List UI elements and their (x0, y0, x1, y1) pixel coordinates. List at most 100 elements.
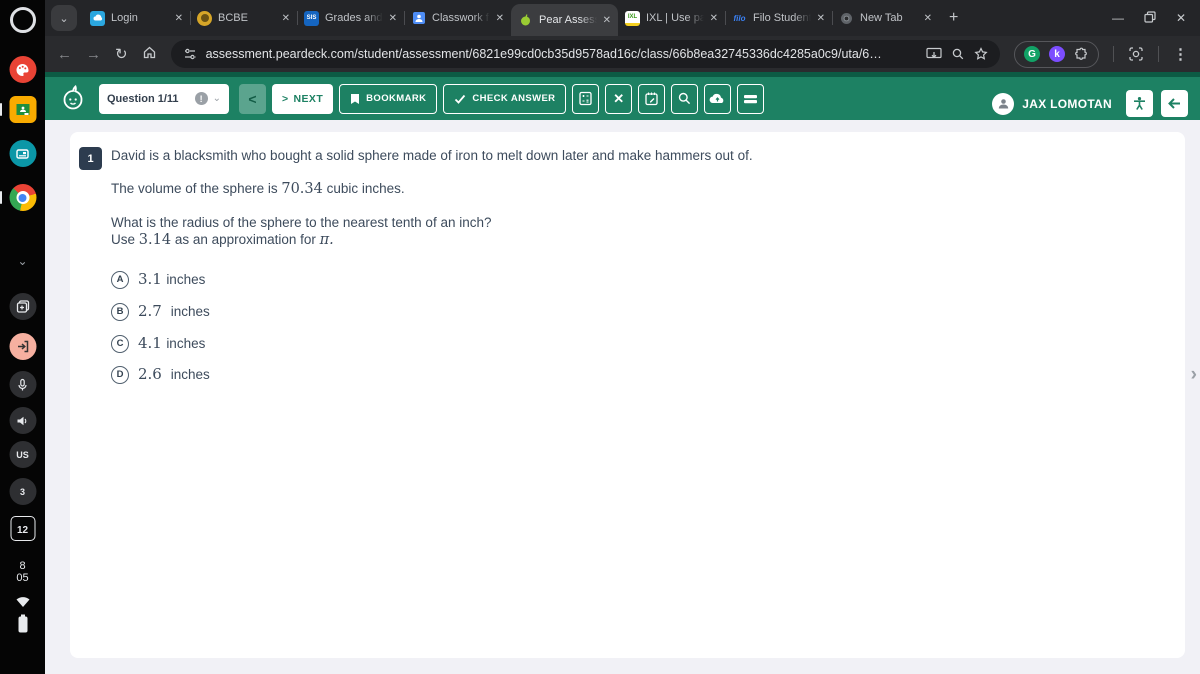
tab-title: Login (111, 12, 138, 24)
tab-bcbe[interactable]: BCBE ✕ (190, 0, 298, 36)
choice-c[interactable]: C 4.1 inches (111, 334, 205, 353)
check-answer-button[interactable]: CHECK ANSWER (443, 83, 567, 114)
tab-pear-assessment-active[interactable]: Pear Assess ✕ (511, 4, 618, 36)
scratchpad-tool-button[interactable] (638, 83, 666, 114)
keyboard-layout-button[interactable]: US (9, 441, 36, 468)
canvas-app-button[interactable] (9, 56, 36, 83)
tab-grades[interactable]: SIS Grades and ✕ (297, 0, 405, 36)
tab-title: Pear Assess (539, 14, 597, 26)
close-icon[interactable]: ✕ (710, 13, 718, 24)
accessibility-button[interactable] (1126, 90, 1153, 117)
bookmark-star-icon[interactable] (974, 47, 988, 61)
reload-button[interactable]: ↻ (115, 45, 128, 63)
send-to-device-icon[interactable] (926, 47, 942, 61)
microphone-tray-button[interactable] (9, 371, 36, 398)
screen-capture-icon (9, 293, 36, 320)
line-reader-button[interactable] (737, 83, 765, 114)
chrome-app-button[interactable] (9, 184, 36, 211)
pear-favicon (518, 13, 533, 28)
launcher-icon (9, 7, 36, 33)
magnifier-icon (679, 92, 691, 105)
browser-window: ⌄ Login ✕ BCBE ✕ SIS Grades and ✕ Classw… (45, 0, 1200, 674)
extensions-puzzle-icon[interactable] (1074, 47, 1089, 62)
calculator-tool-button[interactable] (572, 83, 600, 114)
grammarly-extension-icon[interactable]: G (1024, 46, 1040, 62)
site-settings-icon[interactable] (183, 47, 197, 61)
classroom-app-button[interactable] (9, 96, 36, 123)
search-icon[interactable] (951, 47, 965, 61)
clock-minute: 05 (16, 572, 29, 584)
microphone-icon (9, 371, 36, 398)
previous-question-button[interactable]: < (239, 83, 266, 114)
clock[interactable]: 8 05 (16, 560, 28, 584)
volume-tray-button[interactable] (9, 407, 36, 434)
choice-b[interactable]: B 2.7 inches (111, 302, 210, 321)
choice-letter[interactable]: D (111, 365, 129, 384)
launcher-button[interactable] (9, 7, 36, 33)
assessment-content: 1 David is a blacksmith who bought a sol… (45, 120, 1200, 674)
battery-status[interactable] (17, 614, 28, 633)
close-window-button[interactable]: ✕ (1176, 11, 1186, 25)
calendar-tray-button[interactable]: 12 (10, 516, 35, 541)
tab-new-tab[interactable]: New Tab ✕ (832, 0, 939, 36)
next-question-button[interactable]: > NEXT (272, 83, 334, 114)
chromium-favicon (839, 11, 854, 26)
choice-letter[interactable]: A (111, 270, 129, 289)
text-to-speech-button[interactable] (704, 83, 732, 114)
close-icon[interactable]: ✕ (389, 13, 397, 24)
question-text-line3: What is the radius of the sphere to the … (111, 215, 492, 230)
arrow-left-icon (1168, 98, 1180, 109)
close-icon[interactable]: ✕ (496, 13, 504, 24)
tab-filo[interactable]: filo Filo Student ✕ (725, 0, 833, 36)
sign-out-icon (9, 333, 36, 360)
home-button[interactable] (142, 45, 157, 64)
accessibility-icon (1134, 97, 1145, 110)
bookmark-button[interactable]: BOOKMARK (339, 83, 438, 114)
choice-letter[interactable]: C (111, 334, 129, 353)
pear-assessment-page: Question 1/11 ! ⌄ < > NEXT BOOKMARK CHEC… (45, 72, 1200, 674)
omnibox[interactable]: assessment.peardeck.com/student/assessme… (170, 40, 1000, 68)
tab-classwork[interactable]: Classwork f ✕ (404, 0, 511, 36)
filo-favicon: filo (733, 13, 746, 23)
next-slide-chevron[interactable]: › (1191, 364, 1197, 386)
tab-ixl[interactable]: IXL IXL | Use pa ✕ (618, 0, 726, 36)
notification-counter[interactable]: 3 (9, 478, 36, 505)
screen-capture-button[interactable] (9, 293, 36, 320)
capture-icon[interactable] (1128, 46, 1144, 62)
exit-button[interactable] (1161, 90, 1188, 117)
choice-a[interactable]: A 3.1 inches (111, 270, 205, 289)
chrome-running-indicator (0, 191, 2, 204)
kami-extension-icon[interactable]: k (1049, 46, 1065, 62)
minimize-button[interactable]: — (1112, 11, 1124, 25)
url-text[interactable]: assessment.peardeck.com/student/assessme… (206, 47, 917, 61)
teal-app-button[interactable] (9, 140, 36, 167)
close-icon[interactable]: ✕ (924, 13, 932, 24)
tab-login[interactable]: Login ✕ (83, 0, 191, 36)
answer-eliminator-button[interactable]: ✕ (605, 83, 633, 114)
close-icon[interactable]: ✕ (175, 13, 183, 24)
back-button[interactable]: ← (57, 46, 72, 63)
x-icon: ✕ (613, 90, 625, 106)
next-label: NEXT (293, 92, 324, 105)
question-selector[interactable]: Question 1/11 ! ⌄ (99, 83, 229, 114)
tab-search-button[interactable]: ⌄ (51, 5, 77, 31)
close-icon[interactable]: ✕ (603, 15, 611, 26)
chevron-down-icon: ⌄ (59, 12, 69, 25)
forward-button[interactable]: → (86, 46, 101, 63)
wifi-status[interactable] (15, 595, 30, 608)
sign-out-button[interactable] (9, 333, 36, 360)
home-icon (143, 46, 155, 58)
card-app-icon (9, 140, 36, 167)
shelf-collapse-chevron[interactable]: ⌄ (17, 254, 27, 268)
window-controls: — ✕ (1112, 10, 1200, 26)
speaker-icon (9, 407, 36, 434)
choice-d[interactable]: D 2.6 inches (111, 365, 210, 384)
choice-letter[interactable]: B (111, 302, 129, 321)
check-icon (455, 94, 466, 104)
restore-button[interactable] (1144, 10, 1156, 26)
close-icon[interactable]: ✕ (282, 13, 290, 24)
browser-menu-button[interactable]: ⋮ (1173, 45, 1188, 63)
close-icon[interactable]: ✕ (817, 13, 825, 24)
magnifier-tool-button[interactable] (671, 83, 699, 114)
new-tab-button[interactable]: + (949, 9, 958, 27)
